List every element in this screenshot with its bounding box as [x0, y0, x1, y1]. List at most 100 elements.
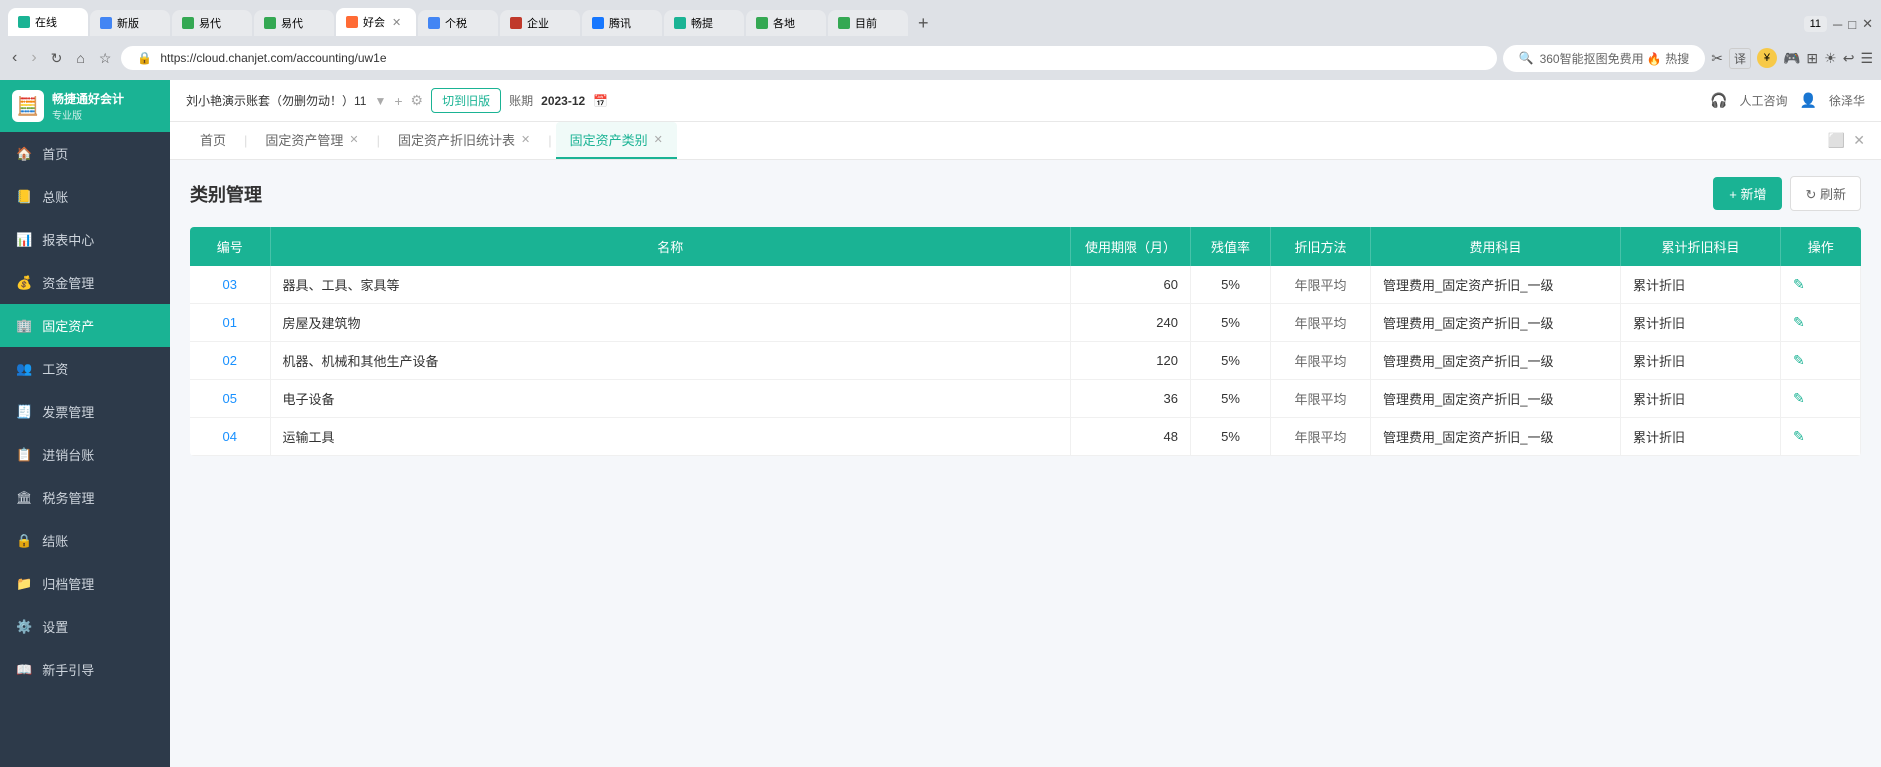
sidebar-item-home[interactable]: 🏠 首页 [0, 132, 170, 175]
sidebar-label-close-period: 结账 [42, 531, 68, 550]
new-tab-button[interactable]: + [910, 10, 937, 36]
grid-icon[interactable]: ⊞ [1806, 50, 1818, 67]
switch-version-button[interactable]: 切到旧版 [431, 88, 501, 113]
sidebar-item-settings[interactable]: ⚙️ 设置 [0, 605, 170, 648]
currency-icon[interactable]: ¥ [1757, 48, 1777, 68]
header-actions: + 新增 ↻ 刷新 [1713, 176, 1861, 211]
user-dropdown-icon[interactable]: ▼ [374, 94, 386, 108]
browser-tab[interactable]: 畅提 [664, 10, 744, 36]
consult-label[interactable]: 人工咨询 [1740, 92, 1788, 109]
security-icon: 🔒 [137, 51, 152, 65]
sidebar-label-report: 报表中心 [42, 230, 94, 249]
app-container: 🧮 畅捷通好会计 专业版 🏠 首页 📒 总账 📊 报表中心 💰 资金管理 🏢 固… [0, 80, 1881, 767]
sidebar-item-fixed-assets[interactable]: 🏢 固定资产 [0, 304, 170, 347]
window-minimize-button[interactable]: ─ [1833, 17, 1842, 32]
scissors-icon[interactable]: ✂ [1711, 50, 1723, 67]
cell-actions: ✎ [1781, 266, 1861, 304]
browser-tab[interactable]: 企业 [500, 10, 580, 36]
tab-home[interactable]: 首页 [186, 122, 240, 159]
tab-close-2-icon[interactable]: ✕ [521, 133, 530, 146]
tab-close-3-icon[interactable]: ✕ [654, 133, 663, 146]
sidebar-item-ledger[interactable]: 📒 总账 [0, 175, 170, 218]
report-icon: 📊 [16, 232, 32, 248]
browser-tab[interactable]: 腾讯 [582, 10, 662, 36]
refresh-button[interactable]: ↻ 刷新 [1790, 176, 1861, 211]
tab-depreciation-label: 固定资产折旧统计表 [398, 130, 515, 149]
tab-fixed-asset-management[interactable]: 固定资产管理 ✕ [251, 122, 372, 159]
window-close-tab-icon[interactable]: ✕ [1853, 132, 1865, 149]
browser-tab[interactable]: 易代 [172, 10, 252, 36]
bookmark-button[interactable]: ☆ [95, 46, 116, 71]
top-bar-left: 刘小艳演示账套（勿删勿动！）11 ▼ + ⚙ 切到旧版 账期 2023-12 📅 [186, 88, 608, 113]
browser-tab[interactable]: 在线 [8, 8, 88, 36]
cell-name: 运输工具 [270, 418, 1071, 456]
cell-expense: 管理费用_固定资产折旧_一级 [1371, 266, 1621, 304]
tab-close-1-icon[interactable]: ✕ [349, 133, 358, 146]
sidebar-label-guide: 新手引导 [42, 660, 94, 679]
cell-name: 器具、工具、家具等 [270, 266, 1071, 304]
table-row: 01 房屋及建筑物 240 5% 年限平均 管理费用_固定资产折旧_一级 累计折… [190, 304, 1861, 342]
cell-accumulated: 累计折旧 [1621, 418, 1781, 456]
browser-tab[interactable]: 各地 [746, 10, 826, 36]
headset-icon: 🎧 [1710, 92, 1727, 109]
theme-icon[interactable]: ☀ [1824, 50, 1837, 67]
undo-icon[interactable]: ↩ [1843, 50, 1855, 67]
edit-button[interactable]: ✎ [1793, 276, 1805, 293]
page-title: 类别管理 [190, 181, 262, 207]
sidebar-label-home: 首页 [42, 144, 68, 163]
window-maximize-button[interactable]: □ [1848, 17, 1856, 32]
edit-button[interactable]: ✎ [1793, 390, 1805, 407]
sidebar-item-payroll[interactable]: 👥 工资 [0, 347, 170, 390]
sidebar-item-invoice[interactable]: 🧾 发票管理 [0, 390, 170, 433]
settings-icon: ⚙️ [16, 619, 32, 635]
period-value: 2023-12 [541, 94, 585, 108]
browser-tab[interactable]: 目前 [828, 10, 908, 36]
edit-button[interactable]: ✎ [1793, 314, 1805, 331]
sidebar-item-stock[interactable]: 📋 进销台账 [0, 433, 170, 476]
menu-icon[interactable]: ☰ [1860, 50, 1873, 67]
tab-depreciation-stats[interactable]: 固定资产折旧统计表 ✕ [384, 122, 544, 159]
calendar-icon[interactable]: 📅 [593, 94, 608, 108]
search-bar[interactable]: 🔍 360智能抠图免费用 🔥 热搜 [1503, 45, 1706, 72]
cell-accumulated: 累计折旧 [1621, 266, 1781, 304]
browser-tab[interactable]: 个税 [418, 10, 498, 36]
sidebar-item-close-period[interactable]: 🔒 结账 [0, 519, 170, 562]
game-icon[interactable]: 🎮 [1783, 50, 1800, 67]
edit-button[interactable]: ✎ [1793, 428, 1805, 445]
cell-id: 01 [190, 304, 270, 342]
sidebar-item-tax[interactable]: 🏛 税务管理 [0, 476, 170, 519]
translate-icon[interactable]: 译 [1729, 48, 1751, 69]
page-header: 类别管理 + 新增 ↻ 刷新 [190, 176, 1861, 211]
sidebar-item-guide[interactable]: 📖 新手引导 [0, 648, 170, 691]
cell-accumulated: 累计折旧 [1621, 342, 1781, 380]
edit-button[interactable]: ✎ [1793, 352, 1805, 369]
payroll-icon: 👥 [16, 361, 32, 377]
browser-tab[interactable]: 易代 [254, 10, 334, 36]
sidebar: 🧮 畅捷通好会计 专业版 🏠 首页 📒 总账 📊 报表中心 💰 资金管理 🏢 固… [0, 80, 170, 767]
cell-actions: ✎ [1781, 418, 1861, 456]
back-button[interactable]: ‹ [8, 45, 21, 71]
account-settings-icon[interactable]: + [394, 93, 402, 109]
home-button[interactable]: ⌂ [72, 46, 88, 70]
window-close-button[interactable]: ✕ [1862, 16, 1873, 32]
cell-name: 机器、机械和其他生产设备 [270, 342, 1071, 380]
gear-icon[interactable]: ⚙ [411, 92, 424, 109]
tab-asset-category[interactable]: 固定资产类别 ✕ [556, 122, 677, 159]
address-bar[interactable]: 🔒 https://cloud.chanjet.com/accounting/u… [121, 46, 1496, 70]
sidebar-label-archive: 归档管理 [42, 574, 94, 593]
forward-button[interactable]: › [27, 45, 40, 71]
sidebar-item-archive[interactable]: 📁 归档管理 [0, 562, 170, 605]
cell-actions: ✎ [1781, 304, 1861, 342]
window-expand-icon[interactable]: ⬜ [1828, 132, 1845, 149]
reload-button[interactable]: ↻ [47, 46, 67, 71]
sidebar-item-report[interactable]: 📊 报表中心 [0, 218, 170, 261]
cell-accumulated: 累计折旧 [1621, 380, 1781, 418]
sidebar-item-fund[interactable]: 💰 资金管理 [0, 261, 170, 304]
browser-tab[interactable]: 新版 [90, 10, 170, 36]
browser-tab-active[interactable]: 好会 ✕ [336, 8, 416, 36]
tab-divider-3: | [548, 133, 551, 148]
cell-period: 120 [1071, 342, 1191, 380]
add-button[interactable]: + 新增 [1713, 177, 1782, 210]
col-header-actions: 操作 [1781, 227, 1861, 266]
tab-close-icon[interactable]: ✕ [392, 16, 401, 29]
